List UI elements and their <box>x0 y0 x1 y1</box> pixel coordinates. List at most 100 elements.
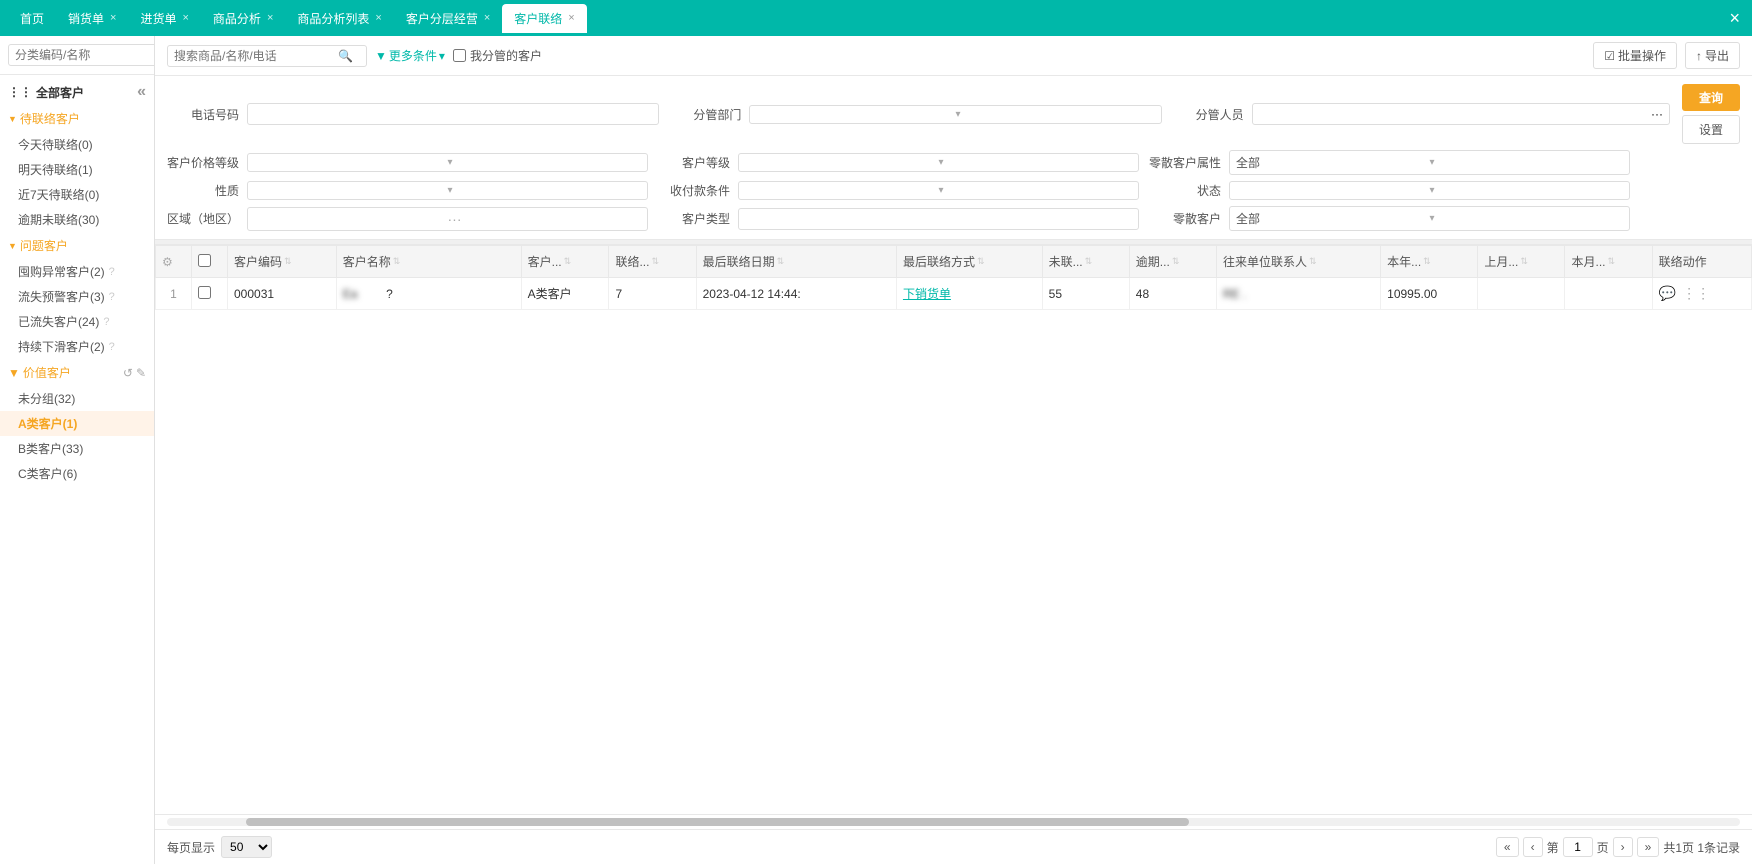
person-dots-icon[interactable]: ··· <box>1651 107 1663 121</box>
settings-button[interactable]: 设置 <box>1682 115 1740 144</box>
table-settings-icon[interactable]: ⚙ <box>162 255 173 269</box>
row-action-cell: 💬 ⋮⋮ <box>1652 278 1751 310</box>
payment-select[interactable]: ▾ <box>738 181 1139 200</box>
nav-customer-contact[interactable]: 客户联络 × <box>502 4 586 33</box>
help-icon-1: ? <box>109 266 115 278</box>
close-sales-icon[interactable]: × <box>110 12 116 24</box>
per-page-select[interactable]: 50 100 200 <box>221 836 272 858</box>
no-contact-sort-icon[interactable]: ⇅ <box>1085 256 1093 267</box>
content-area: 🔍 ▼ 更多条件 ▾ 我分管的客户 ☑ 批量操作 ↑ 导出 <box>155 36 1752 864</box>
last-date-sort-icon[interactable]: ⇅ <box>777 256 785 267</box>
advanced-filter-panel: 电话号码 分管部门 ▾ 分管人员 ··· <box>155 76 1752 240</box>
sidebar-search-input[interactable] <box>8 44 155 66</box>
sidebar-collapse-icon[interactable]: « <box>137 83 146 101</box>
section-value-customers[interactable]: ▼ 价值客户 ↺ ✎ <box>0 359 154 386</box>
sidebar-item-class-a[interactable]: A类客户(1) <box>0 411 154 436</box>
close-contact-icon[interactable]: × <box>568 12 574 24</box>
export-button[interactable]: ↑ 导出 <box>1685 42 1740 69</box>
sidebar-item-tomorrow[interactable]: 明天待联络(1) <box>0 157 154 182</box>
person-input[interactable] <box>1259 107 1651 121</box>
chat-action-icon[interactable]: 💬 <box>1659 285 1676 302</box>
checkbox-col-header <box>192 246 228 278</box>
row-checkbox[interactable] <box>198 286 211 299</box>
this-month-col-header: 本月...⇅ <box>1565 246 1652 278</box>
retail-attr-select[interactable]: 全部 ▾ <box>1229 150 1630 175</box>
value-section-arrow-icon: ▼ <box>8 366 20 380</box>
nav-sales[interactable]: 销货单 × <box>56 4 128 33</box>
sidebar-item-overdue[interactable]: 逾期未联络(30) <box>0 207 154 232</box>
refresh-icon[interactable]: ↺ <box>123 366 133 380</box>
filter-payment: 收付款条件 ▾ <box>658 181 1149 200</box>
scroll-thumb[interactable] <box>246 818 1190 826</box>
last-method-sort-icon[interactable]: ⇅ <box>977 256 985 267</box>
sidebar-item-class-b[interactable]: B类客户(33) <box>0 436 154 461</box>
sidebar-item-churn-warning[interactable]: 流失预警客户(3) ? <box>0 284 154 309</box>
sidebar-item-class-c[interactable]: C类客户(6) <box>0 461 154 486</box>
batch-operations-button[interactable]: ☑ 批量操作 <box>1593 42 1677 69</box>
nature-select[interactable]: ▾ <box>247 181 648 200</box>
this-year-sort-icon[interactable]: ⇅ <box>1423 256 1431 267</box>
select-all-checkbox[interactable] <box>198 254 211 267</box>
last-month-sort-icon[interactable]: ⇅ <box>1520 256 1528 267</box>
current-page-input[interactable] <box>1563 837 1593 857</box>
phone-input[interactable] <box>254 107 652 121</box>
sidebar-item-churned[interactable]: 已流失客户(24) ? <box>0 309 154 334</box>
table-header-row: ⚙ 客户编码⇅ 客户名称⇅ 客户...⇅ <box>156 246 1752 278</box>
sidebar-item-stockpile-abnormal[interactable]: 囤购异常客户(2) ? <box>0 259 154 284</box>
next-page-button[interactable]: › <box>1613 837 1633 857</box>
section-problem-customers[interactable]: ▼ 问题客户 <box>0 232 154 259</box>
region-dots-icon: ··· <box>448 211 642 227</box>
code-sort-icon[interactable]: ⇅ <box>284 256 292 267</box>
contact-method-link[interactable]: 下销货单 <box>903 287 951 301</box>
close-product-analysis-icon[interactable]: × <box>267 12 273 24</box>
dept-label: 分管部门 <box>669 106 749 123</box>
nav-home[interactable]: 首页 <box>8 4 56 33</box>
close-purchase-icon[interactable]: × <box>182 12 188 24</box>
person-sort-icon[interactable]: ⇅ <box>1309 256 1317 267</box>
customer-level-select[interactable]: ▾ <box>738 153 1139 172</box>
nav-customer-segmentation[interactable]: 客户分层经营 × <box>394 4 502 33</box>
row-no-contact-cell: 55 <box>1042 278 1129 310</box>
close-product-list-icon[interactable]: × <box>375 12 381 24</box>
filter-person: 分管人员 ··· <box>1172 103 1674 125</box>
filter-dept: 分管部门 ▾ <box>669 105 1171 124</box>
data-table-wrap: ⚙ 客户编码⇅ 客户名称⇅ 客户...⇅ <box>155 244 1752 814</box>
my-customers-checkbox[interactable] <box>453 49 466 62</box>
nav-purchase[interactable]: 进货单 × <box>128 4 200 33</box>
sidebar-item-7days[interactable]: 近7天待联络(0) <box>0 182 154 207</box>
nav-product-analysis-list[interactable]: 商品分析列表 × <box>285 4 393 33</box>
status-select[interactable]: ▾ <box>1229 181 1630 200</box>
this-month-sort-icon[interactable]: ⇅ <box>1608 256 1616 267</box>
retail-customer-select[interactable]: 全部 ▾ <box>1229 206 1630 231</box>
edit-icon[interactable]: ✎ <box>136 366 146 380</box>
more-action-icon[interactable]: ⋮⋮ <box>1682 285 1710 302</box>
retail-customer-value: 全部 <box>1236 210 1430 227</box>
nav-product-analysis[interactable]: 商品分析 × <box>201 4 285 33</box>
dept-select[interactable]: ▾ <box>749 105 1161 124</box>
price-level-label: 客户价格等级 <box>167 154 247 171</box>
last-page-button[interactable]: » <box>1637 837 1660 857</box>
query-button[interactable]: 查询 <box>1682 84 1740 111</box>
close-segmentation-icon[interactable]: × <box>484 12 490 24</box>
sidebar-item-today[interactable]: 今天待联络(0) <box>0 132 154 157</box>
section-pending-contact[interactable]: ▼ 待联络客户 <box>0 105 154 132</box>
more-filters-button[interactable]: ▼ 更多条件 ▾ <box>375 47 445 64</box>
name-sort-icon[interactable]: ⇅ <box>393 256 401 267</box>
region-select[interactable]: ··· <box>247 207 648 231</box>
sidebar-item-unclassified[interactable]: 未分组(32) <box>0 386 154 411</box>
sidebar-item-declining[interactable]: 持续下滑客户(2) ? <box>0 334 154 359</box>
dept-dropdown-icon: ▾ <box>956 109 1155 120</box>
sidebar: 🔍 ⋮⋮ 全部客户 « ▼ 待联络客户 今天待联络(0) 明天待联络(1) 近7… <box>0 36 155 864</box>
close-all-tabs-button[interactable]: × <box>1725 4 1744 33</box>
main-search-icon[interactable]: 🔍 <box>338 49 353 63</box>
overdue-sort-icon[interactable]: ⇅ <box>1172 256 1180 267</box>
row-this-year-cell: 10995.00 <box>1381 278 1478 310</box>
person-label: 分管人员 <box>1172 106 1252 123</box>
prev-page-button[interactable]: ‹ <box>1523 837 1543 857</box>
first-page-button[interactable]: « <box>1496 837 1519 857</box>
main-search-input[interactable] <box>174 49 334 63</box>
type-sort-icon[interactable]: ⇅ <box>564 256 572 267</box>
contact-count-sort-icon[interactable]: ⇅ <box>651 256 659 267</box>
customer-type-input[interactable] <box>745 212 1132 226</box>
price-level-select[interactable]: ▾ <box>247 153 648 172</box>
